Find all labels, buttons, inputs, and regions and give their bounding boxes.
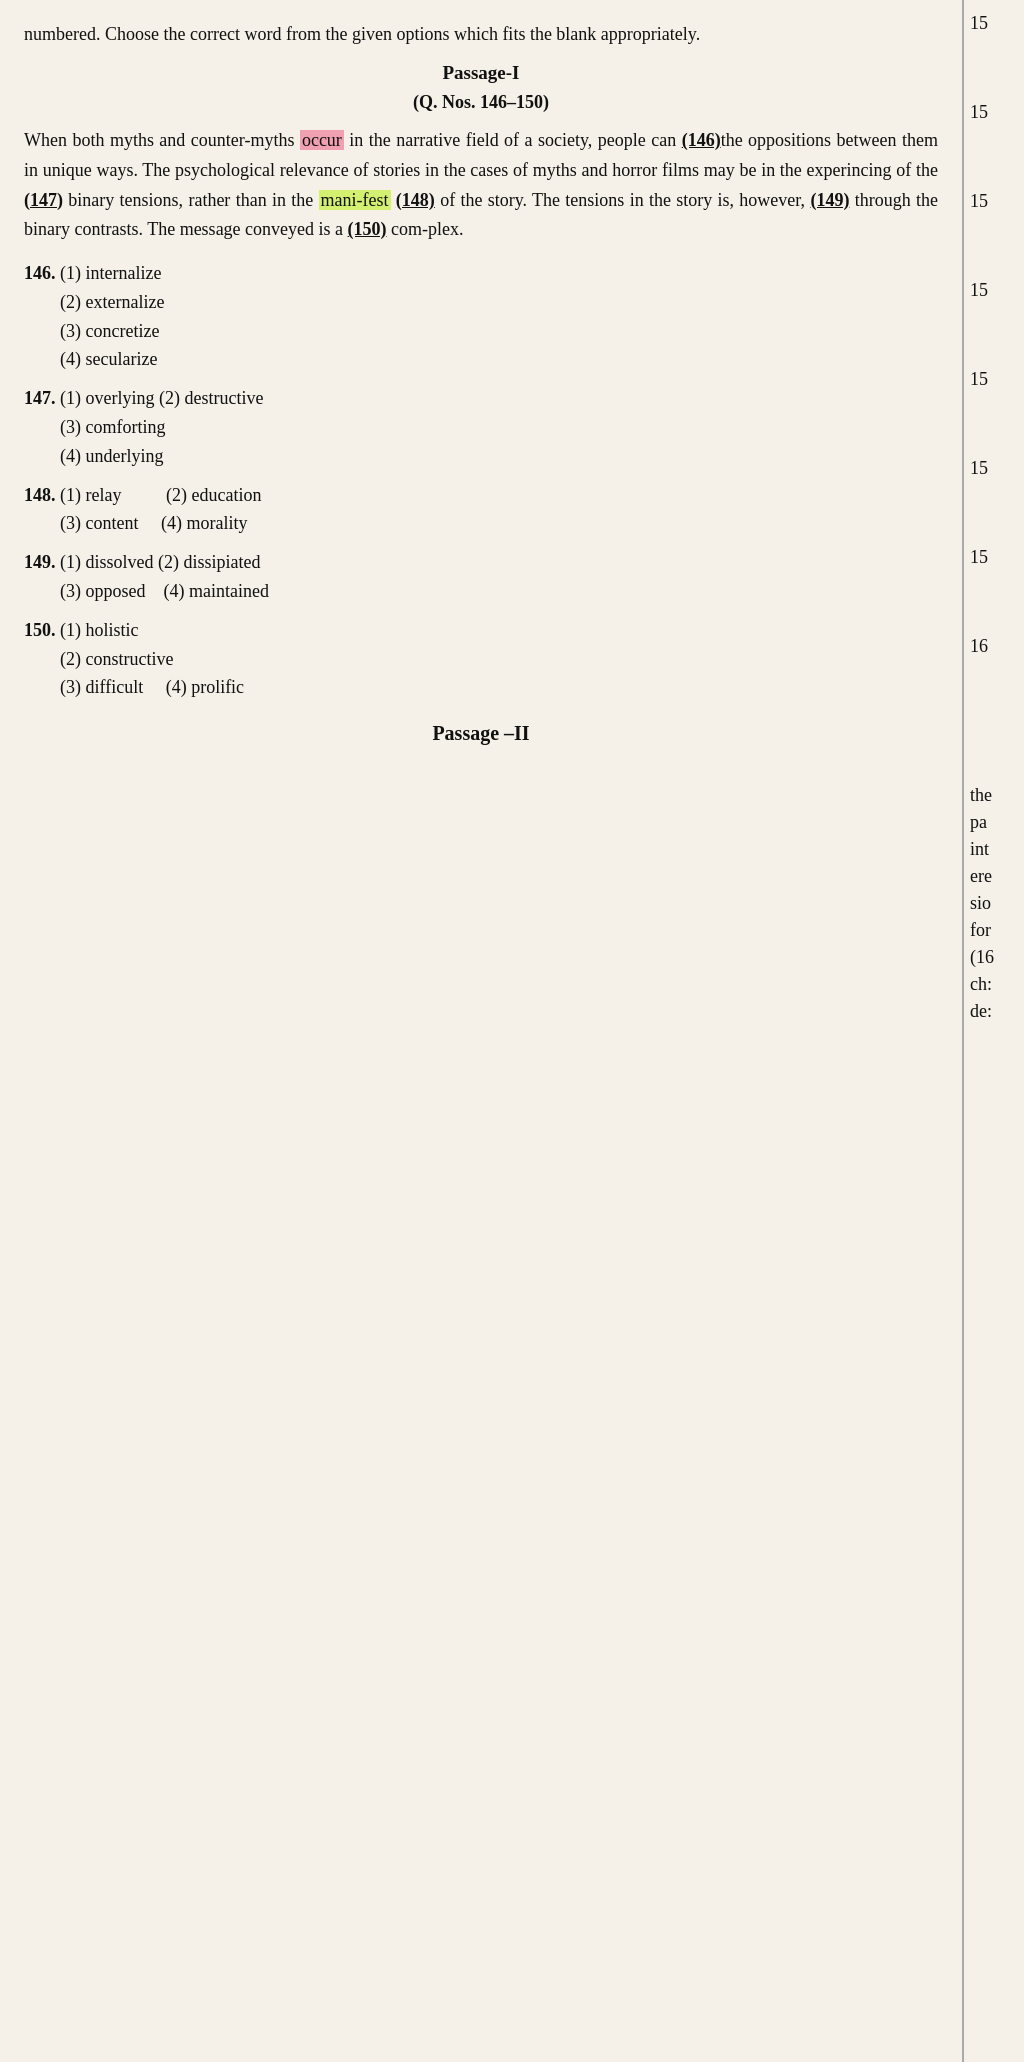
intro-text: numbered. Choose the correct word from t… bbox=[24, 20, 938, 49]
passage1-subtitle: (Q. Nos. 146–150) bbox=[24, 89, 938, 116]
blank-146: (146) bbox=[682, 130, 721, 150]
q150-opt2: (2) constructive bbox=[60, 645, 938, 674]
side-partial-3: int bbox=[970, 836, 994, 863]
side-num-8: 16 bbox=[970, 633, 988, 660]
body-part-6: binary tensions, rather than in the bbox=[63, 190, 319, 210]
side-partial-7: (16 bbox=[970, 944, 994, 971]
side-partial-4: ere bbox=[970, 863, 994, 890]
passage1-title: Passage-I bbox=[24, 59, 938, 88]
question-146: 146. (1) internalize (2) externalize (3)… bbox=[24, 259, 938, 374]
q146-opt3: (3) concretize bbox=[60, 317, 938, 346]
body-part-0: When both myths and counter-myths bbox=[24, 130, 300, 150]
highlighted-word-occur: occur bbox=[300, 130, 344, 150]
q146-number: 146. bbox=[24, 263, 56, 283]
side-partial-9: de: bbox=[970, 998, 994, 1025]
side-column: 15 15 15 15 15 15 15 16 the pa int ere s… bbox=[964, 0, 1024, 2062]
body-part-10: of the story. The tensions in the story … bbox=[435, 190, 811, 210]
q150-opt3: (3) difficult (4) prolific bbox=[60, 673, 938, 702]
side-partial-8: ch: bbox=[970, 971, 994, 998]
q148-opt1-num: (1) relay bbox=[60, 485, 126, 505]
q150-number: 150. bbox=[24, 620, 56, 640]
passage2-title: Passage –II bbox=[24, 718, 938, 748]
side-num-6: 15 bbox=[970, 455, 988, 482]
blank-147: (147) bbox=[24, 190, 63, 210]
side-partial-texts: the pa int ere sio for (16 ch: de: bbox=[970, 782, 994, 1025]
blank-150: (150) bbox=[348, 219, 387, 239]
side-partial-5: sio bbox=[970, 890, 994, 917]
q146-opt1-text: internalize bbox=[86, 263, 162, 283]
blank-148: (148) bbox=[396, 190, 435, 210]
side-num-5: 15 bbox=[970, 366, 988, 393]
q149-options: (3) opposed (4) maintained bbox=[60, 577, 938, 606]
question-149: 149. (1) dissolved (2) dissipiated (3) o… bbox=[24, 548, 938, 606]
side-num-2: 15 bbox=[970, 99, 988, 126]
q149-number: 149. bbox=[24, 552, 56, 572]
q147-opt4: (4) underlying bbox=[60, 442, 938, 471]
q149-opt1-num: (1) dissolved bbox=[60, 552, 158, 572]
q150-options: (2) constructive (3) difficult (4) proli… bbox=[60, 645, 938, 703]
side-partial-1: the bbox=[970, 782, 994, 809]
q146-opt2: (2) externalize bbox=[60, 288, 938, 317]
highlighted-word-manifest: mani-fest bbox=[319, 190, 391, 210]
side-num-3: 15 bbox=[970, 188, 988, 215]
q148-options: (3) content (4) morality bbox=[60, 509, 938, 538]
q148-opt2-inline: (2) education bbox=[166, 485, 261, 505]
passage1-body: When both myths and counter-myths occur … bbox=[24, 126, 938, 245]
side-partial-2: pa bbox=[970, 809, 994, 836]
questions-section: 146. (1) internalize (2) externalize (3)… bbox=[24, 259, 938, 702]
q146-opt1-num: (1) bbox=[60, 263, 86, 283]
side-partial-6: for bbox=[970, 917, 994, 944]
q150-opt1-num: (1) holistic bbox=[60, 620, 139, 640]
page-container: numbered. Choose the correct word from t… bbox=[0, 0, 1024, 2062]
q148-opt3: (3) content (4) morality bbox=[60, 509, 938, 538]
q147-opt2-inline: (2) destructive bbox=[159, 388, 263, 408]
q147-opt3: (3) comforting bbox=[60, 413, 938, 442]
q146-opt4: (4) secularize bbox=[60, 345, 938, 374]
side-num-7: 15 bbox=[970, 544, 988, 571]
body-part-2: in the narrative field of a society, peo… bbox=[344, 130, 682, 150]
q148-number: 148. bbox=[24, 485, 56, 505]
q149-opt3: (3) opposed (4) maintained bbox=[60, 577, 938, 606]
q147-options: (3) comforting (4) underlying bbox=[60, 413, 938, 471]
side-num-4: 15 bbox=[970, 277, 988, 304]
question-148: 148. (1) relay (2) education (3) content… bbox=[24, 481, 938, 539]
main-content: numbered. Choose the correct word from t… bbox=[0, 0, 964, 2062]
question-147: 147. (1) overlying (2) destructive (3) c… bbox=[24, 384, 938, 470]
question-150: 150. (1) holistic (2) constructive (3) d… bbox=[24, 616, 938, 702]
side-num-1: 15 bbox=[970, 10, 988, 37]
q147-number: 147. bbox=[24, 388, 56, 408]
q149-opt2-inline: (2) dissipiated bbox=[158, 552, 260, 572]
body-part-14: com-plex. bbox=[387, 219, 464, 239]
q147-opt1-num: (1) overlying bbox=[60, 388, 159, 408]
blank-149: (149) bbox=[810, 190, 849, 210]
q146-options: (2) externalize (3) concretize (4) secul… bbox=[60, 288, 938, 374]
